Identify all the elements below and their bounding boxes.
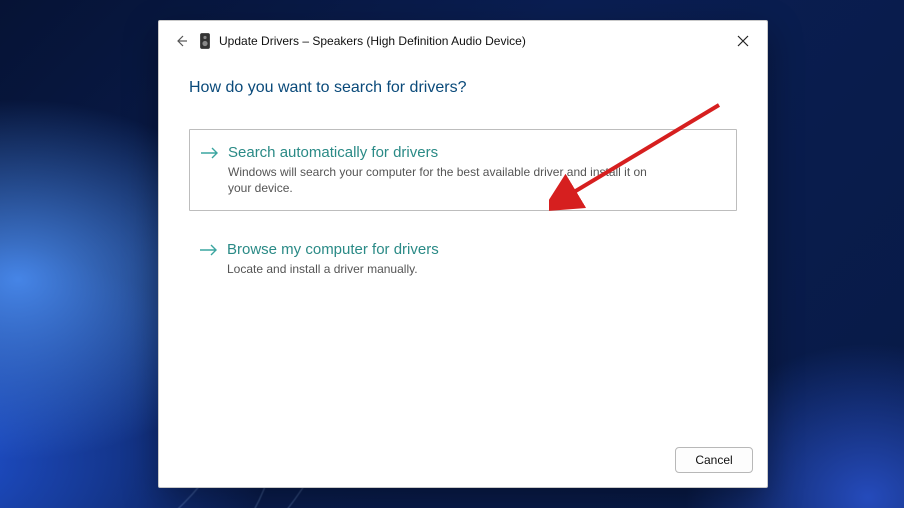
arrow-right-icon <box>199 243 221 257</box>
dialog-footer: Cancel <box>675 447 753 473</box>
arrow-right-icon <box>200 146 222 160</box>
speaker-icon <box>199 33 211 49</box>
option-browse-computer[interactable]: Browse my computer for drivers Locate an… <box>189 227 737 291</box>
options-list: Search automatically for drivers Windows… <box>189 129 737 292</box>
option-text: Search automatically for drivers Windows… <box>222 144 720 196</box>
close-icon <box>737 35 749 47</box>
back-button[interactable] <box>173 33 189 49</box>
cancel-button[interactable]: Cancel <box>675 447 753 473</box>
option-text: Browse my computer for drivers Locate an… <box>221 241 721 277</box>
option-title: Browse my computer for drivers <box>227 241 721 259</box>
dialog-title: Update Drivers – Speakers (High Definiti… <box>219 34 526 48</box>
dialog-body: How do you want to search for drivers? S… <box>159 53 767 292</box>
update-drivers-dialog: Update Drivers – Speakers (High Definiti… <box>158 20 768 488</box>
option-title: Search automatically for drivers <box>228 144 720 162</box>
option-description: Locate and install a driver manually. <box>227 261 647 277</box>
page-heading: How do you want to search for drivers? <box>189 79 737 97</box>
titlebar: Update Drivers – Speakers (High Definiti… <box>159 21 767 53</box>
option-description: Windows will search your computer for th… <box>228 164 648 196</box>
close-button[interactable] <box>729 29 757 53</box>
desktop-background: Update Drivers – Speakers (High Definiti… <box>0 0 904 508</box>
option-search-automatically[interactable]: Search automatically for drivers Windows… <box>189 129 737 211</box>
back-arrow-icon <box>174 34 188 48</box>
